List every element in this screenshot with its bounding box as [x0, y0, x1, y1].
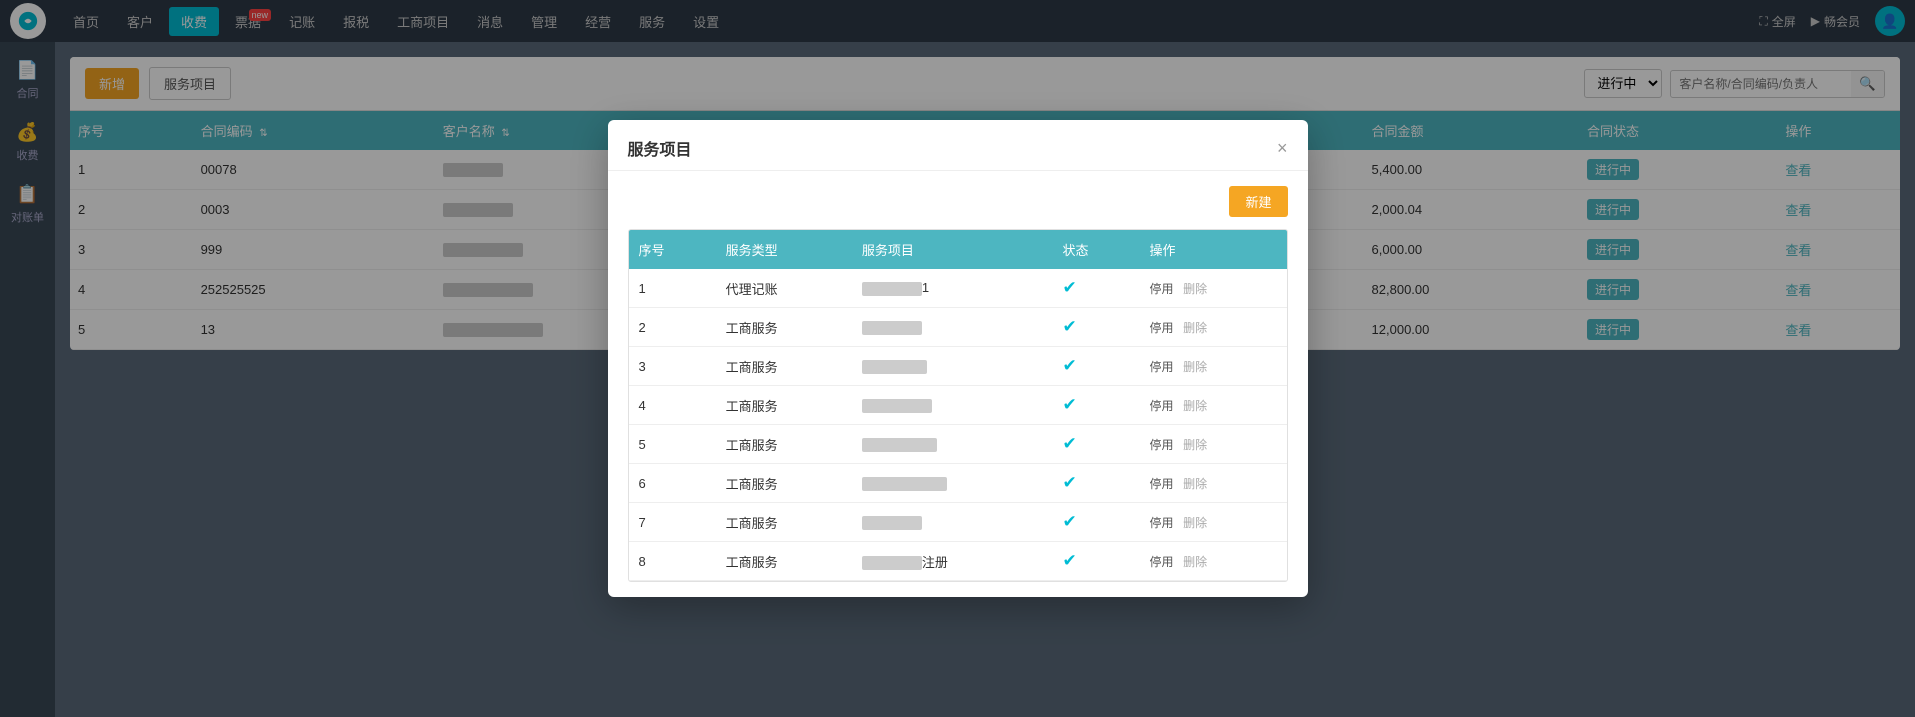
modal-cell-action: 停用 删除: [1140, 503, 1287, 542]
list-item: 5 工商服务 ✔ 停用 删除: [629, 425, 1287, 464]
delete-button[interactable]: 删除: [1183, 321, 1207, 335]
modal-cell-status: ✔: [1052, 308, 1139, 347]
stop-button[interactable]: 停用: [1150, 555, 1174, 569]
status-check-icon: ✔: [1062, 473, 1076, 492]
modal-service-table: 序号 服务类型 服务项目 状态 操作 1 代理记账 1 ✔ 停用 删除 2 工商…: [629, 230, 1287, 581]
stop-button[interactable]: 停用: [1150, 438, 1174, 452]
list-item: 6 工商服务 ✔ 停用 删除: [629, 464, 1287, 503]
modal-col-type: 服务类型: [716, 230, 852, 269]
modal-cell-no: 7: [629, 503, 716, 542]
list-item: 4 工商服务 ✔ 停用 删除: [629, 386, 1287, 425]
stop-button[interactable]: 停用: [1150, 399, 1174, 413]
stop-button[interactable]: 停用: [1150, 516, 1174, 530]
modal-cell-type: 工商服务: [716, 386, 852, 425]
modal-new-button[interactable]: 新建: [1229, 186, 1287, 217]
stop-button[interactable]: 停用: [1150, 477, 1174, 491]
delete-button[interactable]: 删除: [1183, 516, 1207, 530]
stop-button[interactable]: 停用: [1150, 360, 1174, 374]
modal-cell-type: 工商服务: [716, 308, 852, 347]
modal-cell-status: ✔: [1052, 425, 1139, 464]
modal-cell-item: [852, 386, 1053, 425]
modal-cell-action: 停用 删除: [1140, 347, 1287, 386]
modal-body: 新建 序号 服务类型 服务项目 状态 操作 1 代理记账: [608, 171, 1308, 597]
modal-cell-no: 3: [629, 347, 716, 386]
delete-button[interactable]: 删除: [1183, 438, 1207, 452]
modal-cell-item: 1: [852, 269, 1053, 308]
list-item: 8 工商服务 注册 ✔ 停用 删除: [629, 542, 1287, 581]
status-check-icon: ✔: [1062, 551, 1076, 570]
status-check-icon: ✔: [1062, 395, 1076, 414]
modal-cell-item: [852, 503, 1053, 542]
modal-cell-no: 1: [629, 269, 716, 308]
status-check-icon: ✔: [1062, 317, 1076, 336]
modal-cell-action: 停用 删除: [1140, 464, 1287, 503]
modal-cell-action: 停用 删除: [1140, 425, 1287, 464]
modal-cell-action: 停用 删除: [1140, 386, 1287, 425]
modal-cell-action: 停用 删除: [1140, 308, 1287, 347]
modal-cell-no: 2: [629, 308, 716, 347]
delete-button[interactable]: 删除: [1183, 477, 1207, 491]
modal-table-wrap[interactable]: 序号 服务类型 服务项目 状态 操作 1 代理记账 1 ✔ 停用 删除 2 工商…: [628, 229, 1288, 582]
modal-col-action: 操作: [1140, 230, 1287, 269]
modal-cell-type: 工商服务: [716, 347, 852, 386]
delete-button[interactable]: 删除: [1183, 360, 1207, 374]
delete-button[interactable]: 删除: [1183, 555, 1207, 569]
status-check-icon: ✔: [1062, 434, 1076, 453]
modal-cell-no: 8: [629, 542, 716, 581]
stop-button[interactable]: 停用: [1150, 321, 1174, 335]
modal-cell-status: ✔: [1052, 503, 1139, 542]
modal-cell-type: 代理记账: [716, 269, 852, 308]
modal-cell-status: ✔: [1052, 464, 1139, 503]
stop-button[interactable]: 停用: [1150, 282, 1174, 296]
modal-close-button[interactable]: ×: [1277, 139, 1288, 157]
modal-col-item: 服务项目: [852, 230, 1053, 269]
service-modal: 服务项目 × 新建 序号 服务类型 服务项目 状态 操作: [608, 120, 1308, 597]
list-item: 1 代理记账 1 ✔ 停用 删除: [629, 269, 1287, 308]
list-item: 3 工商服务 ✔ 停用 删除: [629, 347, 1287, 386]
modal-header: 服务项目 ×: [608, 120, 1308, 171]
modal-cell-status: ✔: [1052, 269, 1139, 308]
modal-cell-item: [852, 425, 1053, 464]
modal-cell-item: 注册: [852, 542, 1053, 581]
modal-cell-status: ✔: [1052, 347, 1139, 386]
modal-cell-type: 工商服务: [716, 425, 852, 464]
list-item: 7 工商服务 ✔ 停用 删除: [629, 503, 1287, 542]
list-item: 2 工商服务 ✔ 停用 删除: [629, 308, 1287, 347]
modal-cell-no: 4: [629, 386, 716, 425]
modal-overlay[interactable]: 服务项目 × 新建 序号 服务类型 服务项目 状态 操作: [0, 0, 1915, 717]
modal-cell-item: [852, 464, 1053, 503]
modal-cell-no: 6: [629, 464, 716, 503]
modal-cell-item: [852, 347, 1053, 386]
delete-button[interactable]: 删除: [1183, 399, 1207, 413]
modal-cell-action: 停用 删除: [1140, 542, 1287, 581]
modal-title: 服务项目: [628, 136, 692, 160]
modal-cell-type: 工商服务: [716, 464, 852, 503]
modal-cell-type: 工商服务: [716, 542, 852, 581]
modal-cell-status: ✔: [1052, 542, 1139, 581]
modal-cell-status: ✔: [1052, 386, 1139, 425]
modal-cell-type: 工商服务: [716, 503, 852, 542]
delete-button[interactable]: 删除: [1183, 282, 1207, 296]
modal-toolbar: 新建: [628, 186, 1288, 217]
modal-cell-no: 5: [629, 425, 716, 464]
modal-cell-item: [852, 308, 1053, 347]
status-check-icon: ✔: [1062, 278, 1076, 297]
modal-col-no: 序号: [629, 230, 716, 269]
modal-cell-action: 停用 删除: [1140, 269, 1287, 308]
modal-col-status: 状态: [1052, 230, 1139, 269]
status-check-icon: ✔: [1062, 512, 1076, 531]
status-check-icon: ✔: [1062, 356, 1076, 375]
